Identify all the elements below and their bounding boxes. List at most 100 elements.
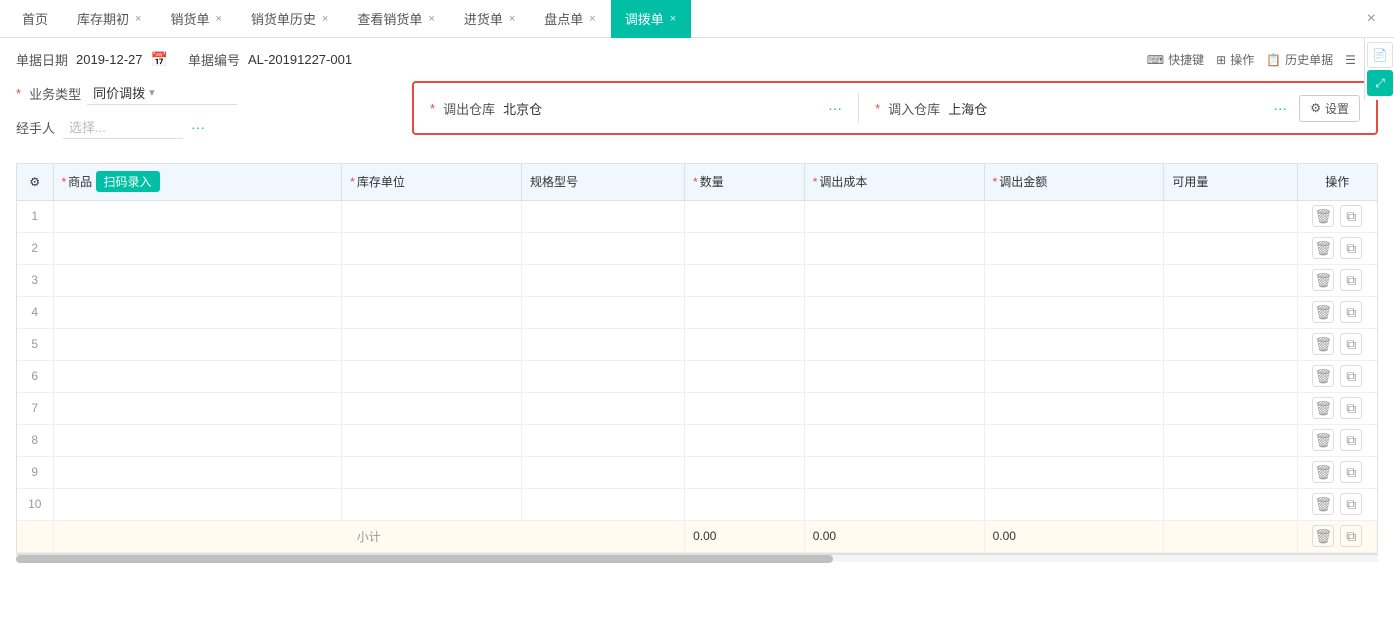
row-delete-icon[interactable]: 🗑 <box>1312 525 1334 547</box>
row-cost-cell[interactable] <box>804 488 984 520</box>
row-delete-icon[interactable]: 🗑 <box>1312 493 1334 515</box>
row-copy-icon[interactable]: ⧉ <box>1340 237 1362 259</box>
scan-button[interactable]: 扫码录入 <box>96 171 160 192</box>
row-copy-icon[interactable]: ⧉ <box>1340 397 1362 419</box>
transfer-in-ellipsis-button[interactable]: ··· <box>1273 100 1287 116</box>
row-delete-icon[interactable]: 🗑 <box>1312 365 1334 387</box>
row-copy-icon[interactable]: ⧉ <box>1340 365 1362 387</box>
row-quantity-cell[interactable] <box>685 264 805 296</box>
row-copy-icon[interactable]: ⧉ <box>1340 493 1362 515</box>
business-type-select[interactable]: 同价调拨 ▾ <box>87 81 237 105</box>
row-product-cell[interactable] <box>53 296 342 328</box>
tab-close-inventory-init[interactable]: × <box>135 13 141 25</box>
row-unit-cell[interactable] <box>342 200 522 232</box>
row-product-cell[interactable] <box>53 264 342 296</box>
tab-item-transfer-order[interactable]: 调拨单× <box>611 0 691 38</box>
row-cost-cell[interactable] <box>804 200 984 232</box>
row-cost-cell[interactable] <box>804 232 984 264</box>
operations-button[interactable]: ⊞ 操作 <box>1216 51 1254 68</box>
tab-item-purchase-order[interactable]: 进货单× <box>450 0 530 38</box>
row-amount-cell[interactable] <box>984 360 1164 392</box>
row-copy-icon[interactable]: ⧉ <box>1340 301 1362 323</box>
row-product-cell[interactable] <box>53 392 342 424</box>
row-copy-icon[interactable]: ⧉ <box>1340 333 1362 355</box>
row-cost-cell[interactable] <box>804 264 984 296</box>
shortcuts-button[interactable]: ⌨ 快捷键 <box>1147 51 1204 68</box>
row-copy-icon[interactable]: ⧉ <box>1340 461 1362 483</box>
row-quantity-cell[interactable] <box>685 488 805 520</box>
settings-button[interactable]: ⚙ 设置 <box>1299 95 1360 122</box>
row-product-cell[interactable] <box>53 232 342 264</box>
row-spec-cell[interactable] <box>521 392 684 424</box>
row-cost-cell[interactable] <box>804 424 984 456</box>
row-quantity-cell[interactable] <box>685 296 805 328</box>
row-spec-cell[interactable] <box>521 264 684 296</box>
row-unit-cell[interactable] <box>342 296 522 328</box>
row-amount-cell[interactable] <box>984 456 1164 488</box>
row-unit-cell[interactable] <box>342 264 522 296</box>
row-product-cell[interactable] <box>53 488 342 520</box>
row-amount-cell[interactable] <box>984 392 1164 424</box>
tab-item-sales-order[interactable]: 销货单× <box>156 0 236 38</box>
row-spec-cell[interactable] <box>521 456 684 488</box>
row-available-cell[interactable] <box>1164 200 1297 232</box>
row-quantity-cell[interactable] <box>685 456 805 488</box>
row-available-cell[interactable] <box>1164 488 1297 520</box>
row-amount-cell[interactable] <box>984 296 1164 328</box>
row-spec-cell[interactable] <box>521 296 684 328</box>
row-amount-cell[interactable] <box>984 200 1164 232</box>
row-amount-cell[interactable] <box>984 424 1164 456</box>
tab-close-inventory-check[interactable]: × <box>589 13 595 25</box>
row-amount-cell[interactable] <box>984 328 1164 360</box>
row-unit-cell[interactable] <box>342 488 522 520</box>
tab-close-purchase-order[interactable]: × <box>509 13 515 25</box>
row-amount-cell[interactable] <box>984 232 1164 264</box>
tab-item-inventory-check[interactable]: 盘点单× <box>530 0 610 38</box>
th-settings[interactable]: ⚙ <box>17 164 53 200</box>
history-button[interactable]: 📋 历史单据 <box>1266 51 1333 68</box>
row-available-cell[interactable] <box>1164 296 1297 328</box>
row-cost-cell[interactable] <box>804 328 984 360</box>
handler-ellipsis-button[interactable]: ··· <box>191 119 205 135</box>
row-quantity-cell[interactable] <box>685 232 805 264</box>
scrollbar-thumb[interactable] <box>16 555 833 563</box>
row-quantity-cell[interactable] <box>685 328 805 360</box>
row-spec-cell[interactable] <box>521 232 684 264</box>
row-available-cell[interactable] <box>1164 232 1297 264</box>
row-spec-cell[interactable] <box>521 488 684 520</box>
transfer-out-ellipsis-button[interactable]: ··· <box>828 100 842 116</box>
row-product-cell[interactable] <box>53 328 342 360</box>
row-copy-icon[interactable]: ⧉ <box>1340 269 1362 291</box>
row-copy-icon[interactable]: ⧉ <box>1340 429 1362 451</box>
row-available-cell[interactable] <box>1164 424 1297 456</box>
row-unit-cell[interactable] <box>342 456 522 488</box>
tab-item-view-sales[interactable]: 查看销货单× <box>343 0 449 38</box>
handler-select[interactable]: 选择... <box>63 115 183 139</box>
row-cost-cell[interactable] <box>804 296 984 328</box>
row-quantity-cell[interactable] <box>685 360 805 392</box>
row-product-cell[interactable] <box>53 456 342 488</box>
row-copy-icon[interactable]: ⧉ <box>1340 205 1362 227</box>
row-available-cell[interactable] <box>1164 456 1297 488</box>
row-unit-cell[interactable] <box>342 424 522 456</box>
row-cost-cell[interactable] <box>804 360 984 392</box>
panel-expand-button[interactable]: ⤢ <box>1367 70 1393 96</box>
row-cost-cell[interactable] <box>804 392 984 424</box>
tab-close-sales-history[interactable]: × <box>322 13 328 25</box>
row-product-cell[interactable] <box>53 424 342 456</box>
row-delete-icon[interactable]: 🗑 <box>1312 269 1334 291</box>
tab-close-view-sales[interactable]: × <box>428 13 434 25</box>
row-amount-cell[interactable] <box>984 488 1164 520</box>
row-quantity-cell[interactable] <box>685 200 805 232</box>
row-available-cell[interactable] <box>1164 392 1297 424</box>
row-delete-icon[interactable]: 🗑 <box>1312 205 1334 227</box>
row-copy-icon[interactable]: ⧉ <box>1340 525 1362 547</box>
tab-item-sales-history[interactable]: 销货单历史× <box>237 0 343 38</box>
list-view-button[interactable]: ☰ <box>1345 53 1356 67</box>
calendar-icon[interactable]: 📅 <box>151 51 168 68</box>
row-amount-cell[interactable] <box>984 264 1164 296</box>
tab-close-sales-order[interactable]: × <box>215 13 221 25</box>
row-delete-icon[interactable]: 🗑 <box>1312 333 1334 355</box>
row-unit-cell[interactable] <box>342 360 522 392</box>
row-delete-icon[interactable]: 🗑 <box>1312 397 1334 419</box>
